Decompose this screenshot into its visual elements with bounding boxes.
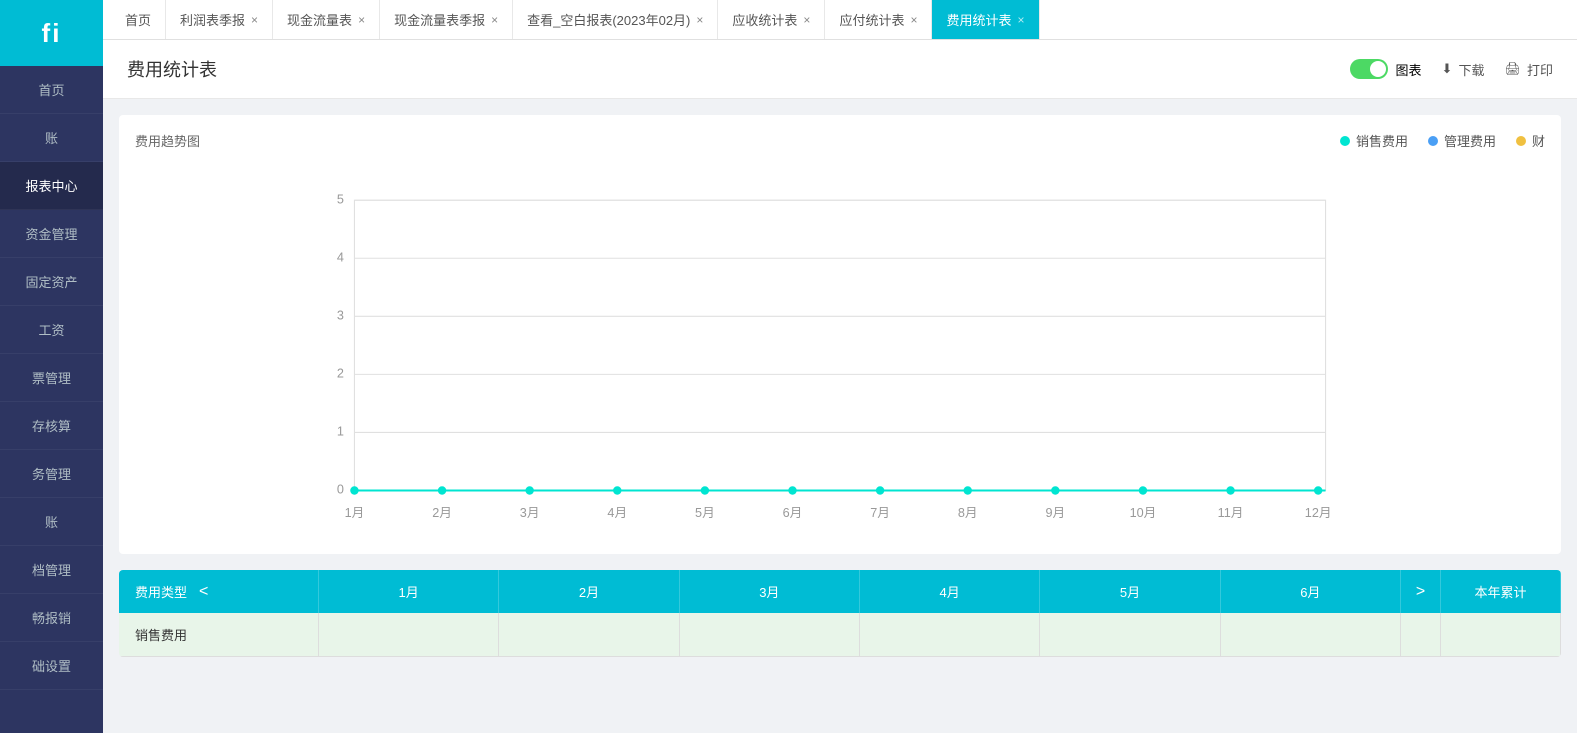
- col-header-m3: 3月: [680, 570, 860, 613]
- sidebar-item-salary[interactable]: 工资: [0, 306, 103, 354]
- close-tab-receivable[interactable]: ×: [803, 13, 810, 27]
- svg-text:12月: 12月: [1305, 506, 1332, 520]
- print-button[interactable]: 🖨 打印: [1504, 60, 1553, 79]
- legend-label-admin: 管理费用: [1444, 131, 1496, 150]
- col-header-m6: 6月: [1221, 570, 1401, 613]
- tab-receivable[interactable]: 应收统计表 ×: [718, 0, 825, 40]
- app-logo: fi: [0, 0, 103, 66]
- legend-dot-sales: [1340, 136, 1350, 146]
- page-title: 费用统计表: [127, 56, 217, 82]
- svg-text:1: 1: [337, 425, 344, 439]
- cell-m5: [1040, 613, 1220, 656]
- chart-container: 费用趋势图 销售费用 管理费用 财: [119, 115, 1561, 554]
- sidebar-item-archive[interactable]: 档管理: [0, 546, 103, 594]
- tab-expense-stats[interactable]: 费用统计表 ×: [932, 0, 1039, 40]
- legend-dot-admin: [1428, 136, 1438, 146]
- tab-cashflow[interactable]: 现金流量表 ×: [273, 0, 380, 40]
- legend-sales: 销售费用: [1340, 131, 1408, 150]
- cell-ytd: [1441, 613, 1561, 656]
- sidebar-item-ledger[interactable]: 账: [0, 114, 103, 162]
- col-header-type: 费用类型 <: [119, 570, 319, 613]
- sidebar: fi 首页 账 报表中心 资金管理 固定资产 工资 票管理 存核算 务管理 账 …: [0, 0, 103, 733]
- cell-m2: [499, 613, 679, 656]
- chart-title: 费用趋势图: [135, 131, 200, 150]
- cell-m6: [1221, 613, 1401, 656]
- col-header-m2: 2月: [499, 570, 679, 613]
- close-tab-cashflow-quarterly[interactable]: ×: [491, 13, 498, 27]
- chart-toggle-label: 图表: [1396, 60, 1422, 79]
- col-header-m5: 5月: [1040, 570, 1220, 613]
- download-button[interactable]: ⬇ 下载: [1442, 60, 1485, 79]
- sidebar-item-service[interactable]: 务管理: [0, 450, 103, 498]
- chart-toggle-group: 图表: [1350, 59, 1422, 79]
- col-header-nav: >: [1401, 570, 1441, 613]
- chart-header: 费用趋势图 销售费用 管理费用 财: [135, 131, 1545, 150]
- chart-legend: 销售费用 管理费用 财: [1340, 131, 1545, 150]
- main-area: 首页 利润表季报 × 现金流量表 × 现金流量表季报 × 查看_空白报表(202…: [103, 0, 1577, 733]
- close-tab-expense-stats[interactable]: ×: [1017, 13, 1024, 27]
- legend-label-finance: 财: [1532, 131, 1545, 150]
- sidebar-item-settings[interactable]: 础设置: [0, 642, 103, 690]
- legend-label-sales: 销售费用: [1356, 131, 1408, 150]
- svg-text:5月: 5月: [695, 506, 715, 520]
- download-icon: ⬇: [1442, 61, 1453, 77]
- svg-text:0: 0: [337, 483, 344, 497]
- legend-finance: 财: [1516, 131, 1545, 150]
- svg-text:2月: 2月: [432, 506, 452, 520]
- legend-admin: 管理费用: [1428, 131, 1496, 150]
- chart-toggle[interactable]: [1350, 59, 1388, 79]
- close-tab-payable[interactable]: ×: [910, 13, 917, 27]
- svg-text:11月: 11月: [1218, 506, 1244, 520]
- sidebar-item-report-center[interactable]: 报表中心: [0, 162, 103, 210]
- header-actions: 图表 ⬇ 下载 🖨 打印: [1350, 59, 1553, 79]
- svg-text:1月: 1月: [345, 506, 365, 520]
- tab-cashflow-quarterly[interactable]: 现金流量表季报 ×: [380, 0, 513, 40]
- svg-text:4: 4: [337, 250, 344, 264]
- sidebar-item-expense[interactable]: 畅报销: [0, 594, 103, 642]
- svg-text:8月: 8月: [958, 506, 978, 520]
- sidebar-item-invoice[interactable]: 票管理: [0, 354, 103, 402]
- col-header-m1: 1月: [319, 570, 499, 613]
- col-header-ytd: 本年累计: [1441, 570, 1561, 613]
- svg-text:3: 3: [337, 309, 344, 323]
- svg-text:5: 5: [337, 192, 344, 206]
- cell-m4: [860, 613, 1040, 656]
- tab-home[interactable]: 首页: [111, 0, 166, 40]
- table-row: 销售费用: [119, 613, 1561, 657]
- tab-profit-quarterly[interactable]: 利润表季报 ×: [166, 0, 273, 40]
- cell-m3: [680, 613, 860, 656]
- tab-payable[interactable]: 应付统计表 ×: [825, 0, 932, 40]
- legend-dot-finance: [1516, 136, 1526, 146]
- sidebar-item-fund-mgmt[interactable]: 资金管理: [0, 210, 103, 258]
- svg-text:10月: 10月: [1130, 506, 1157, 520]
- svg-text:3月: 3月: [520, 506, 540, 520]
- sidebar-item-home[interactable]: 首页: [0, 66, 103, 114]
- chart-svg-area: 0 1 2 3 4 5: [135, 158, 1545, 538]
- svg-text:4月: 4月: [607, 506, 627, 520]
- sidebar-item-accounts[interactable]: 账: [0, 498, 103, 546]
- close-tab-cashflow[interactable]: ×: [358, 13, 365, 27]
- tab-blank-report[interactable]: 查看_空白报表(2023年02月) ×: [513, 0, 718, 40]
- tab-bar: 首页 利润表季报 × 现金流量表 × 现金流量表季报 × 查看_空白报表(202…: [103, 0, 1577, 40]
- cell-nav: [1401, 613, 1441, 656]
- chart-svg: 0 1 2 3 4 5: [135, 158, 1545, 538]
- sidebar-item-fixed-assets[interactable]: 固定资产: [0, 258, 103, 306]
- table-header: 费用类型 < 1月 2月 3月 4月 5月 6月 > 本年累计: [119, 570, 1561, 613]
- svg-text:7月: 7月: [870, 506, 890, 520]
- sidebar-item-inventory[interactable]: 存核算: [0, 402, 103, 450]
- content-area: 费用统计表 图表 ⬇ 下载 🖨 打印 费用趋势图: [103, 40, 1577, 733]
- page-header: 费用统计表 图表 ⬇ 下载 🖨 打印: [103, 40, 1577, 99]
- expense-table: 费用类型 < 1月 2月 3月 4月 5月 6月 > 本年累计 销售费用: [119, 570, 1561, 657]
- col-header-m4: 4月: [860, 570, 1040, 613]
- table-nav-prev[interactable]: <: [195, 583, 212, 601]
- table-nav-next[interactable]: >: [1412, 583, 1429, 601]
- cell-m1: [319, 613, 499, 656]
- print-icon: 🖨: [1504, 61, 1521, 77]
- svg-text:9月: 9月: [1045, 506, 1065, 520]
- svg-text:6月: 6月: [783, 506, 803, 520]
- svg-text:2: 2: [337, 367, 344, 381]
- cell-type: 销售费用: [119, 613, 319, 656]
- close-tab-blank-report[interactable]: ×: [696, 13, 703, 27]
- close-tab-profit-quarterly[interactable]: ×: [251, 13, 258, 27]
